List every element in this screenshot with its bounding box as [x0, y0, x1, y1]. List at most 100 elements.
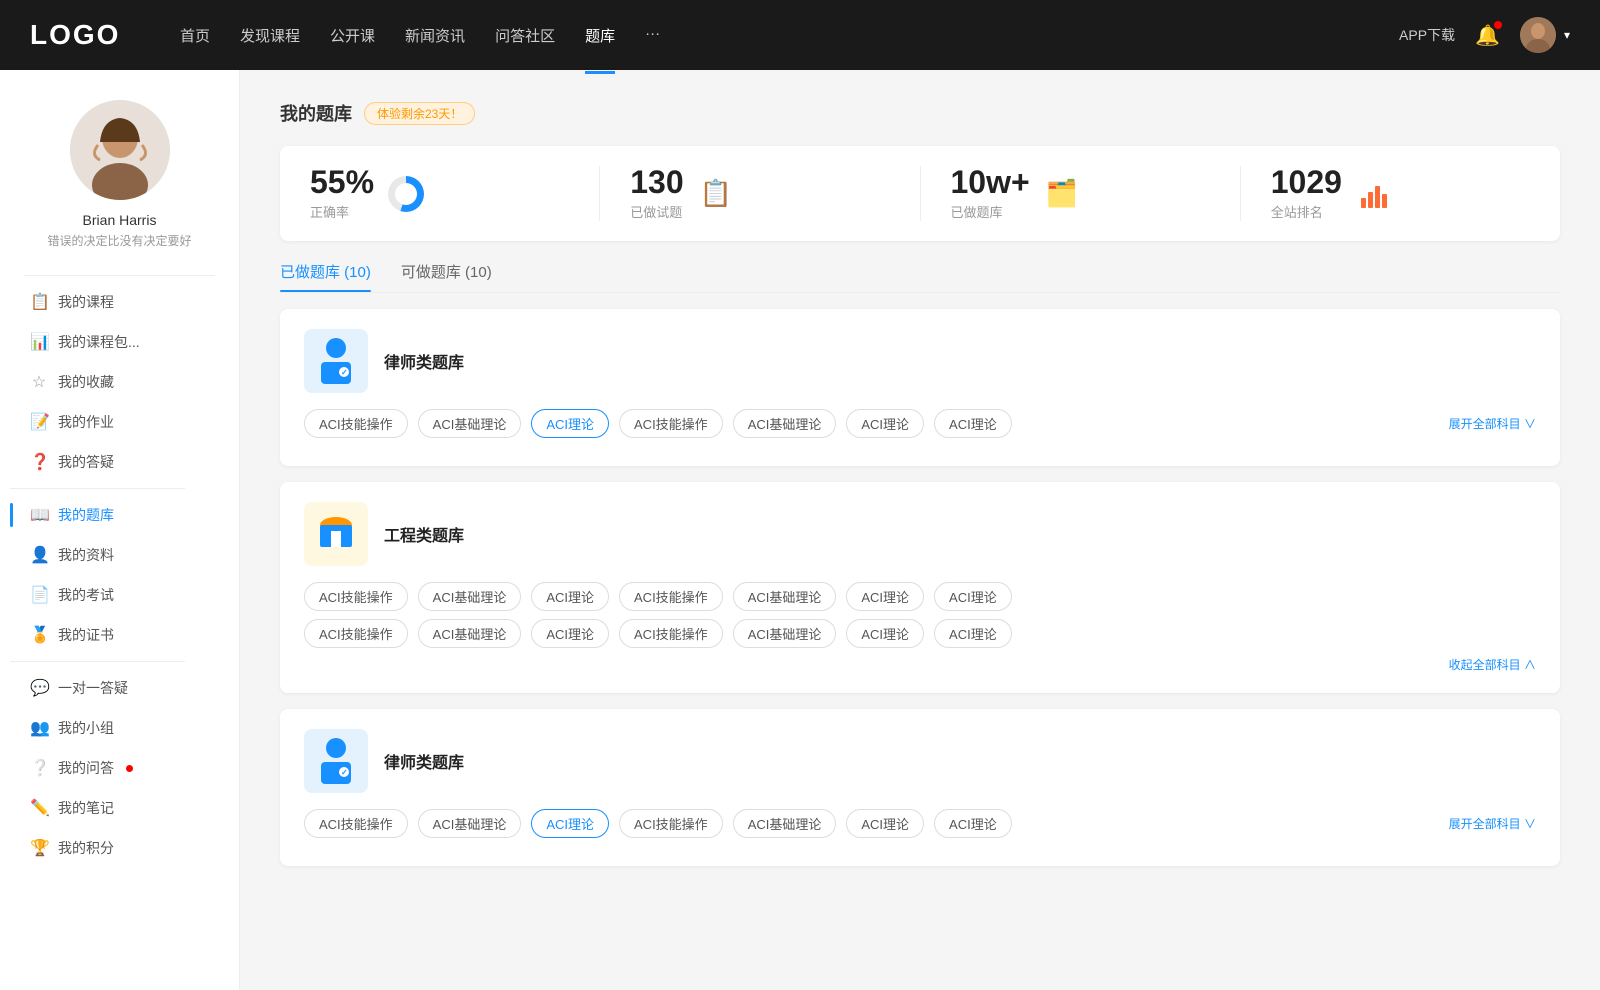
eng-extra-tag-5[interactable]: ACI理论: [846, 619, 924, 648]
avatar-chevron-icon: ▾: [1564, 28, 1570, 42]
svg-text:✓: ✓: [341, 768, 348, 777]
tag-3[interactable]: ACI技能操作: [619, 409, 723, 438]
sidebar-item-group[interactable]: 👥 我的小组: [10, 708, 229, 748]
bank-engineering-tags-row1: ACI技能操作 ACI基础理论 ACI理论 ACI技能操作 ACI基础理论 AC…: [304, 582, 1536, 611]
sidebar-item-favorites[interactable]: ☆ 我的收藏: [10, 362, 229, 402]
eng-extra-tag-1[interactable]: ACI基础理论: [418, 619, 522, 648]
tab-available-banks[interactable]: 可做题库 (10): [401, 261, 492, 292]
qa-label: 我的答疑: [58, 452, 114, 472]
eng-tag-3[interactable]: ACI技能操作: [619, 582, 723, 611]
l2-tag-4[interactable]: ACI基础理论: [733, 809, 837, 838]
bank-card-lawyer2-header: ✓ 律师类题库: [304, 729, 1536, 793]
sidebar-item-1on1qa[interactable]: 💬 一对一答疑: [10, 668, 229, 708]
eng-tag-4[interactable]: ACI基础理论: [733, 582, 837, 611]
logo[interactable]: LOGO: [30, 19, 130, 51]
notification-dot: [1494, 21, 1502, 29]
sidebar-item-notes[interactable]: ✏️ 我的笔记: [10, 788, 229, 828]
l2-tag-0[interactable]: ACI技能操作: [304, 809, 408, 838]
sidebar-divider-2: [10, 661, 185, 662]
sidebar-item-coursepackage[interactable]: 📊 我的课程包...: [10, 322, 229, 362]
sidebar-avatar: [70, 100, 170, 200]
questions-icon: 📋: [696, 174, 736, 214]
bank-engineering-tags-row2: ACI技能操作 ACI基础理论 ACI理论 ACI技能操作 ACI基础理论 AC…: [304, 619, 1536, 648]
bank-card-lawyer2: ✓ 律师类题库 ACI技能操作 ACI基础理论 ACI理论 ACI技能操作 AC…: [280, 709, 1560, 866]
myqa-unread-dot: [126, 765, 133, 772]
l2-tag-5[interactable]: ACI理论: [846, 809, 924, 838]
sidebar-item-homework[interactable]: 📝 我的作业: [10, 402, 229, 442]
nav-menu: 首页 发现课程 公开课 新闻资讯 问答社区 题库 ···: [180, 21, 1399, 50]
sidebar-item-profile[interactable]: 👤 我的资料: [10, 535, 229, 575]
sidebar-motto: 错误的决定比没有决定要好: [47, 232, 191, 249]
favorites-label: 我的收藏: [58, 372, 114, 392]
app-download-button[interactable]: APP下载: [1399, 25, 1455, 45]
eng-extra-tag-4[interactable]: ACI基础理论: [733, 619, 837, 648]
stat-accuracy: 55% 正确率: [280, 166, 600, 221]
eng-tag-6[interactable]: ACI理论: [934, 582, 1012, 611]
pie-chart: [388, 176, 424, 212]
coursepackage-label: 我的课程包...: [58, 332, 140, 352]
l2-tag-2-active[interactable]: ACI理论: [531, 809, 609, 838]
eng-extra-tag-0[interactable]: ACI技能操作: [304, 619, 408, 648]
expand-lawyer-link[interactable]: 展开全部科目 ∨: [1449, 415, 1536, 432]
sidebar-item-points[interactable]: 🏆 我的积分: [10, 828, 229, 868]
group-icon: 👥: [30, 718, 48, 738]
nav-discover[interactable]: 发现课程: [240, 21, 300, 50]
stat-done-questions: 130 已做试题 📋: [600, 166, 920, 221]
bank-lawyer2-title: 律师类题库: [384, 749, 464, 773]
l2-tag-6[interactable]: ACI理论: [934, 809, 1012, 838]
tag-6[interactable]: ACI理论: [934, 409, 1012, 438]
ranking-icon: [1354, 174, 1394, 214]
qa-icon: ❓: [30, 452, 48, 472]
tag-5[interactable]: ACI理论: [846, 409, 924, 438]
stat-done-banks-label: 已做题库: [951, 202, 1030, 221]
eng-tag-0[interactable]: ACI技能操作: [304, 582, 408, 611]
tag-4[interactable]: ACI基础理论: [733, 409, 837, 438]
eng-extra-tag-6[interactable]: ACI理论: [934, 619, 1012, 648]
top-navigation: LOGO 首页 发现课程 公开课 新闻资讯 问答社区 题库 ··· APP下载 …: [0, 0, 1600, 70]
nav-home[interactable]: 首页: [180, 21, 210, 50]
l2-tag-1[interactable]: ACI基础理论: [418, 809, 522, 838]
tag-0[interactable]: ACI技能操作: [304, 409, 408, 438]
tag-1[interactable]: ACI基础理论: [418, 409, 522, 438]
nav-news[interactable]: 新闻资讯: [405, 21, 465, 50]
sidebar-item-certificate[interactable]: 🏅 我的证书: [10, 615, 229, 655]
eng-extra-tag-2[interactable]: ACI理论: [531, 619, 609, 648]
exam-icon: 📄: [30, 585, 48, 605]
collapse-engineering-link[interactable]: 收起全部科目 ∧: [304, 656, 1536, 673]
nav-more[interactable]: ···: [645, 21, 660, 50]
certificate-label: 我的证书: [58, 625, 114, 645]
sidebar-item-mycourse[interactable]: 📋 我的课程: [10, 282, 229, 322]
mycourse-icon: 📋: [30, 292, 48, 312]
lawyer2-bank-icon: ✓: [304, 729, 368, 793]
homework-label: 我的作业: [58, 412, 114, 432]
l2-tag-3[interactable]: ACI技能操作: [619, 809, 723, 838]
profile-label: 我的资料: [58, 545, 114, 565]
stat-ranking: 1029 全站排名: [1241, 166, 1560, 221]
tab-done-banks[interactable]: 已做题库 (10): [280, 261, 371, 292]
bar-chart-icon: [1361, 180, 1387, 208]
eng-tag-2[interactable]: ACI理论: [531, 582, 609, 611]
nav-qa[interactable]: 问答社区: [495, 21, 555, 50]
stat-done-questions-label: 已做试题: [630, 202, 683, 221]
tabs-row: 已做题库 (10) 可做题库 (10): [280, 261, 1560, 293]
sidebar: Brian Harris 错误的决定比没有决定要好 📋 我的课程 📊 我的课程包…: [0, 70, 240, 990]
nav-questionbank[interactable]: 题库: [585, 21, 615, 50]
user-avatar-menu[interactable]: ▾: [1520, 17, 1570, 53]
page-title-row: 我的题库 体验剩余23天！: [280, 100, 1560, 126]
trial-badge: 体验剩余23天！: [364, 102, 475, 125]
tag-2-active[interactable]: ACI理论: [531, 409, 609, 438]
expand-lawyer2-link[interactable]: 展开全部科目 ∨: [1449, 815, 1536, 832]
main-content: 我的题库 体验剩余23天！ 55% 正确率 130 已做试题 📋: [240, 70, 1600, 990]
notification-bell[interactable]: 🔔: [1475, 23, 1500, 48]
stat-accuracy-value: 55%: [310, 166, 374, 198]
eng-tag-5[interactable]: ACI理论: [846, 582, 924, 611]
sidebar-item-questionbank[interactable]: 📖 我的题库: [10, 495, 229, 535]
sidebar-item-exam[interactable]: 📄 我的考试: [10, 575, 229, 615]
sidebar-item-myqa[interactable]: ❔ 我的问答: [10, 748, 229, 788]
nav-opencourse[interactable]: 公开课: [330, 21, 375, 50]
eng-extra-tag-3[interactable]: ACI技能操作: [619, 619, 723, 648]
sidebar-item-qa[interactable]: ❓ 我的答疑: [10, 442, 229, 482]
page-title: 我的题库: [280, 100, 352, 126]
eng-tag-1[interactable]: ACI基础理论: [418, 582, 522, 611]
mycourse-label: 我的课程: [58, 292, 114, 312]
